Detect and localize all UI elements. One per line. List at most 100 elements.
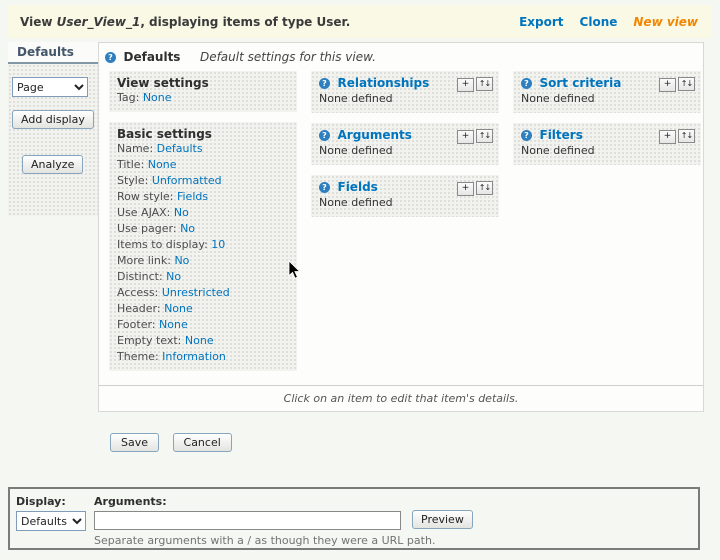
rearrange-icon[interactable]: ↑↓ [678, 76, 695, 91]
arguments-box: ? Arguments + ↑↓ None defined [311, 123, 499, 165]
display-label: Display: [16, 495, 66, 508]
settings-column: ? Sort criteria + ↑↓ None defined ? Filte… [513, 71, 701, 175]
fields-box: ? Fields + ↑↓ None defined [311, 175, 499, 217]
setting-label: Items to display: [117, 238, 208, 251]
settings-column: ? Relationships + ↑↓ None defined ? Argum… [311, 71, 499, 227]
setting-value-link[interactable]: None [143, 91, 172, 104]
setting-value-link[interactable]: 10 [211, 238, 225, 251]
setting-row: Tag: None [117, 90, 289, 106]
arguments-label: Arguments: [94, 495, 167, 508]
setting-row: Items to display: 10 [117, 237, 289, 253]
view-settings-title: View settings [117, 76, 209, 90]
empty-text: None defined [319, 196, 393, 209]
display-type-select[interactable]: Page [12, 77, 88, 97]
view-header-links: Export Clone New view [519, 15, 698, 29]
save-button[interactable]: Save [110, 433, 160, 452]
setting-row: Use pager: No [117, 221, 289, 237]
setting-row: Use AJAX: No [117, 205, 289, 221]
setting-value-link[interactable]: No [180, 222, 195, 235]
setting-row: Header: None [117, 301, 289, 317]
sort-criteria-box: ? Sort criteria + ↑↓ None defined [513, 71, 701, 113]
box-controls: + ↑↓ [455, 128, 493, 144]
help-icon[interactable]: ? [319, 130, 330, 141]
setting-label: Access: [117, 286, 159, 299]
basic-settings-title: Basic settings [117, 127, 212, 141]
setting-label: Footer: [117, 318, 156, 331]
box-controls: + ↑↓ [657, 76, 695, 92]
setting-label: Header: [117, 302, 161, 315]
tab-defaults[interactable]: Defaults [8, 42, 98, 64]
add-icon[interactable]: + [659, 129, 676, 144]
setting-value-link[interactable]: None [164, 302, 193, 315]
setting-row: Title: None [117, 157, 289, 173]
panel-subtitle: Default settings for this view. [199, 50, 376, 64]
export-link[interactable]: Export [519, 15, 563, 29]
setting-value-link[interactable]: Unformatted [152, 174, 222, 187]
setting-value-link[interactable]: None [148, 158, 177, 171]
arguments-hint: Separate arguments with a / as though th… [94, 534, 436, 547]
setting-value-link[interactable]: Unrestricted [162, 286, 230, 299]
panel-footer-hint: Click on an item to edit that item's det… [99, 385, 703, 411]
setting-row: Style: Unformatted [117, 173, 289, 189]
box-header: ? Relationships + ↑↓ [319, 76, 493, 92]
help-icon[interactable]: ? [105, 52, 116, 63]
setting-row: Empty text: None [117, 333, 289, 349]
setting-label: Name: [117, 142, 154, 155]
rearrange-icon[interactable]: ↑↓ [476, 180, 493, 195]
filters-title-link[interactable]: Filters [540, 128, 583, 142]
add-display-button[interactable]: Add display [12, 110, 94, 129]
fields-title-link[interactable]: Fields [338, 180, 378, 194]
setting-label: Distinct: [117, 270, 163, 283]
setting-value-link[interactable]: None [159, 318, 188, 331]
box-header: ? Arguments + ↑↓ [319, 128, 493, 144]
rearrange-icon[interactable]: ↑↓ [476, 76, 493, 91]
setting-row: Distinct: No [117, 269, 289, 285]
setting-value-link[interactable]: Information [162, 350, 226, 363]
add-icon[interactable]: + [457, 77, 474, 92]
add-icon[interactable]: + [457, 181, 474, 196]
help-icon[interactable]: ? [521, 130, 532, 141]
setting-value-link[interactable]: Defaults [157, 142, 203, 155]
view-settings-box: View settings Tag: None [109, 71, 297, 112]
box-controls: + ↑↓ [455, 76, 493, 92]
setting-label: Use pager: [117, 222, 177, 235]
panel-title: Defaults [123, 50, 181, 64]
setting-value-link[interactable]: No [166, 270, 181, 283]
form-actions: Save Cancel [110, 433, 242, 452]
setting-value-link[interactable]: No [174, 254, 189, 267]
rearrange-icon[interactable]: ↑↓ [476, 128, 493, 143]
add-icon[interactable]: + [659, 77, 676, 92]
view-header-bar: View User_View_1, displaying items of ty… [8, 5, 712, 38]
setting-label: Title: [117, 158, 145, 171]
clone-link[interactable]: Clone [580, 15, 618, 29]
setting-label: Style: [117, 174, 149, 187]
sort-criteria-title-link[interactable]: Sort criteria [540, 76, 622, 90]
setting-label: Empty text: [117, 334, 182, 347]
preview-button[interactable]: Preview [412, 510, 473, 529]
setting-row: Footer: None [117, 317, 289, 333]
new-view-link[interactable]: New view [633, 15, 698, 29]
rearrange-icon[interactable]: ↑↓ [678, 128, 695, 143]
setting-row: Name: Defaults [117, 141, 289, 157]
view-title: View User_View_1, displaying items of ty… [20, 15, 350, 29]
arguments-input[interactable] [94, 511, 401, 530]
setting-value-link[interactable]: Fields [177, 190, 208, 203]
view-title-suffix: , displaying items of type User. [140, 14, 351, 29]
view-title-prefix: View [20, 14, 57, 29]
basic-settings-box: Basic settings Name: Defaults Title: Non… [109, 122, 297, 371]
relationships-box: ? Relationships + ↑↓ None defined [311, 71, 499, 113]
analyze-button[interactable]: Analyze [22, 155, 84, 174]
cancel-button[interactable]: Cancel [172, 433, 232, 452]
setting-value-link[interactable]: No [174, 206, 189, 219]
setting-row: More link: No [117, 253, 289, 269]
help-icon[interactable]: ? [319, 182, 330, 193]
help-icon[interactable]: ? [521, 78, 532, 89]
add-icon[interactable]: + [457, 129, 474, 144]
setting-value-link[interactable]: None [185, 334, 214, 347]
relationships-title-link[interactable]: Relationships [338, 76, 430, 90]
settings-column: View settings Tag: None Basic settings N… [109, 71, 297, 381]
preview-display-select[interactable]: Defaults [16, 511, 86, 531]
help-icon[interactable]: ? [319, 78, 330, 89]
arguments-title-link[interactable]: Arguments [338, 128, 412, 142]
setting-row: Theme: Information [117, 349, 289, 365]
